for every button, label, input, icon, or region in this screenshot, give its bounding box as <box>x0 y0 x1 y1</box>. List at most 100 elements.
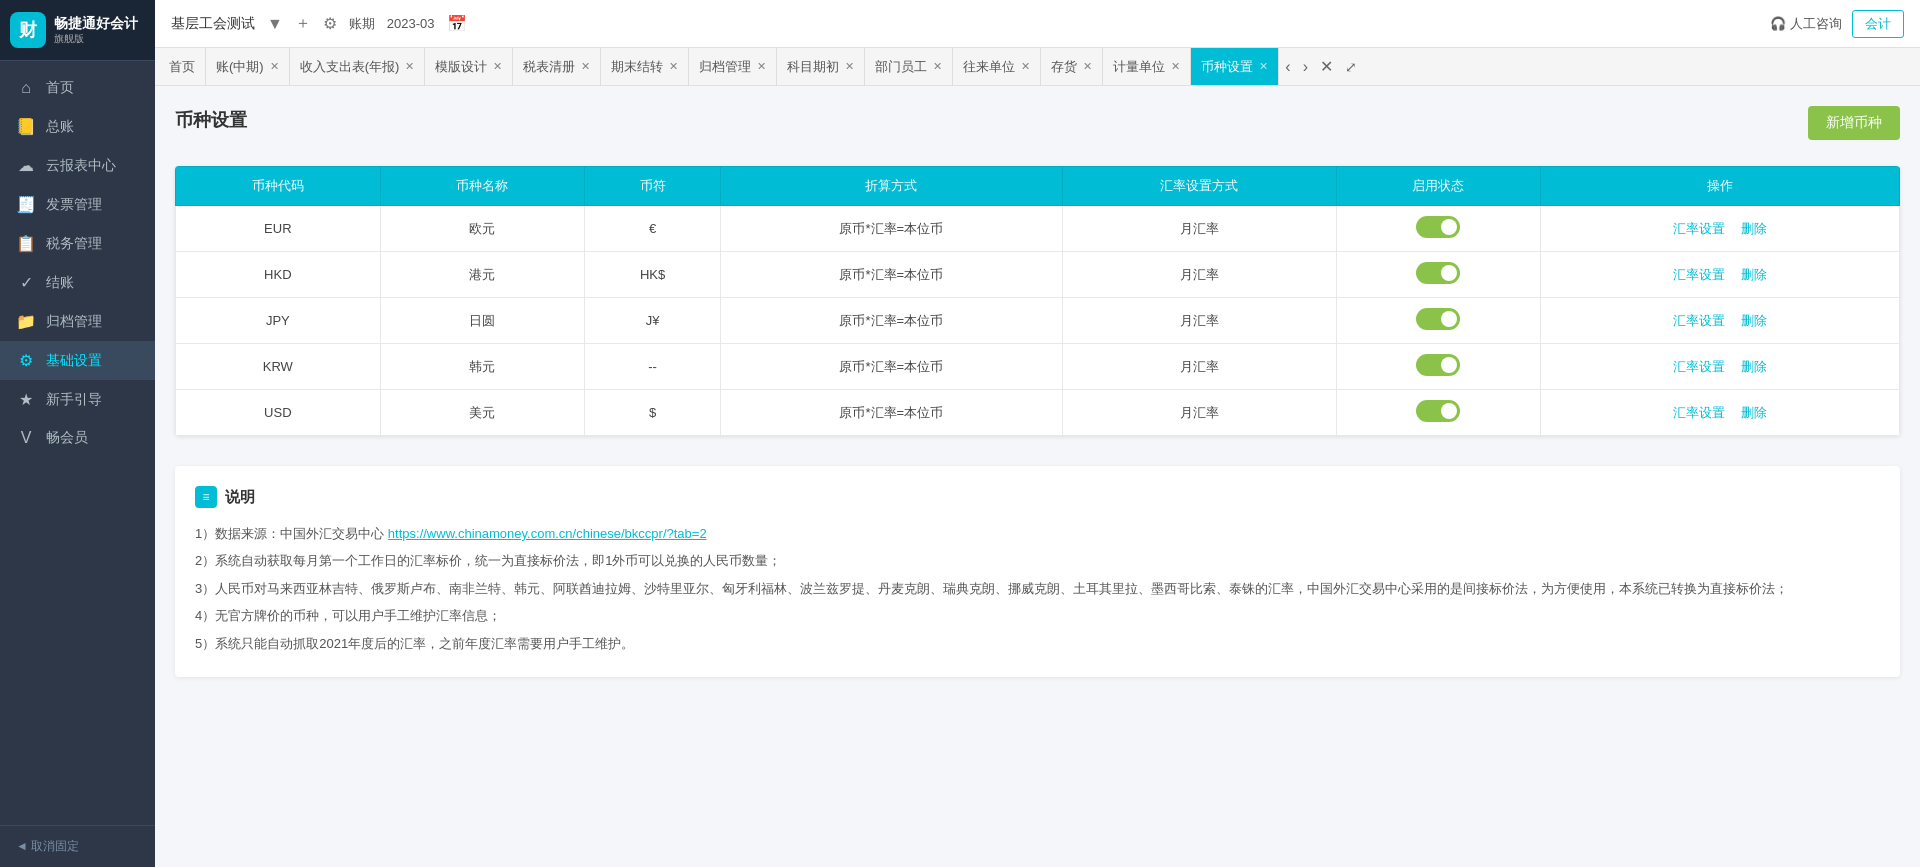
period-label: 账期 <box>349 15 375 33</box>
tab-8[interactable]: 部门员工✕ <box>865 48 953 85</box>
tab-close-11[interactable]: ✕ <box>1171 60 1180 73</box>
tab-11[interactable]: 计量单位✕ <box>1103 48 1191 85</box>
sidebar-item-guide[interactable]: ★新手引导 <box>0 380 155 419</box>
nav-icon-invoice: 🧾 <box>16 195 36 214</box>
cell-4-2: $ <box>585 390 721 436</box>
notice-section: ≡ 说明 1）数据来源：中国外汇交易中心 https://www.chinamo… <box>175 466 1900 677</box>
toggle-switch[interactable] <box>1416 308 1460 330</box>
action-汇率设置-0[interactable]: 汇率设置 <box>1673 221 1725 236</box>
action-汇率设置-1[interactable]: 汇率设置 <box>1673 267 1725 282</box>
tab-4[interactable]: 税表清册 ✕ <box>513 48 601 85</box>
toggle-switch[interactable] <box>1416 262 1460 284</box>
tab-10[interactable]: 存货✕ <box>1041 48 1103 85</box>
tab-close-3[interactable]: ✕ <box>493 60 502 73</box>
cell-1-4: 月汇率 <box>1062 252 1336 298</box>
action-汇率设置-2[interactable]: 汇率设置 <box>1673 313 1725 328</box>
sidebar-item-settings[interactable]: ⚙基础设置 <box>0 341 155 380</box>
toggle-0[interactable] <box>1336 206 1541 252</box>
cell-3-4: 月汇率 <box>1062 344 1336 390</box>
currency-table: 币种代码币种名称币符折算方式汇率设置方式启用状态操作 EUR欧元€原币*汇率=本… <box>175 166 1900 436</box>
tab-5[interactable]: 期末结转 ✕ <box>601 48 689 85</box>
tab-close-6[interactable]: ✕ <box>757 60 766 73</box>
nav-label-tax: 税务管理 <box>46 235 102 253</box>
tab-1[interactable]: 账(中期)✕ <box>206 48 290 85</box>
toggle-switch[interactable] <box>1416 216 1460 238</box>
calendar-icon[interactable]: 📅 <box>447 14 467 33</box>
actions-4: 汇率设置 删除 <box>1541 390 1900 436</box>
nav-label-ledger: 总账 <box>46 118 74 136</box>
content-area: 币种设置 新增币种 币种代码币种名称币符折算方式汇率设置方式启用状态操作 EUR… <box>155 86 1920 867</box>
tab-close-1[interactable]: ✕ <box>270 60 279 73</box>
tab-close-7[interactable]: ✕ <box>845 60 854 73</box>
sidebar-item-archive[interactable]: 📁归档管理 <box>0 302 155 341</box>
tab-label-9: 往来单位 <box>963 58 1015 76</box>
tab-2[interactable]: 收入支出表(年报)✕ <box>290 48 426 85</box>
cell-1-2: HK$ <box>585 252 721 298</box>
add-icon[interactable]: ＋ <box>295 13 311 34</box>
tab-7[interactable]: 科目期初✕ <box>777 48 865 85</box>
tab-scroll-left[interactable]: ‹ <box>1279 48 1296 85</box>
action-汇率设置-3[interactable]: 汇率设置 <box>1673 359 1725 374</box>
tab-3[interactable]: 模版设计✕ <box>425 48 513 85</box>
tab-close-4[interactable]: ✕ <box>581 60 590 73</box>
tab-label-12: 币种设置 <box>1201 58 1253 76</box>
action-删除-3[interactable]: 删除 <box>1741 359 1767 374</box>
sidebar-item-home[interactable]: ⌂首页 <box>0 69 155 107</box>
tab-close-2[interactable]: ✕ <box>405 60 414 73</box>
tab-9[interactable]: 往来单位 ✕ <box>953 48 1041 85</box>
sidebar-item-member[interactable]: V畅会员 <box>0 419 155 457</box>
cell-0-3: 原币*汇率=本位币 <box>720 206 1062 252</box>
expand-tab[interactable]: ⤢ <box>1339 48 1363 85</box>
tab-scroll-right[interactable]: › <box>1297 48 1314 85</box>
notice-item-1: 2）系统自动获取每月第一个工作日的汇率标价，统一为直接标价法，即1外币可以兑换的… <box>195 547 1880 574</box>
tab-label-5: 期末结转 <box>611 58 663 76</box>
logo-sub-text: 旗舰版 <box>54 32 138 46</box>
tab-label-4: 税表清册 <box>523 58 575 76</box>
toggle-2[interactable] <box>1336 298 1541 344</box>
topbar: 基层工会测试 ▼ ＋ ⚙ 账期 2023-03 📅 🎧 人工咨询 会计 <box>155 0 1920 48</box>
period-value[interactable]: 2023-03 <box>387 16 435 31</box>
action-汇率设置-4[interactable]: 汇率设置 <box>1673 405 1725 420</box>
headset-icon: 🎧 <box>1770 16 1786 31</box>
toggle-switch[interactable] <box>1416 354 1460 376</box>
cell-0-2: € <box>585 206 721 252</box>
toggle-3[interactable] <box>1336 344 1541 390</box>
nav-icon-reports: ☁ <box>16 156 36 175</box>
tab-0[interactable]: 首页 <box>159 48 206 85</box>
tab-close-5[interactable]: ✕ <box>669 60 678 73</box>
toggle-4[interactable] <box>1336 390 1541 436</box>
consult-button[interactable]: 🎧 人工咨询 <box>1770 15 1842 33</box>
sidebar-item-invoice[interactable]: 🧾发票管理 <box>0 185 155 224</box>
table-row: EUR欧元€原币*汇率=本位币月汇率汇率设置删除 <box>176 206 1900 252</box>
toggle-1[interactable] <box>1336 252 1541 298</box>
action-删除-2[interactable]: 删除 <box>1741 313 1767 328</box>
tab-12[interactable]: 币种设置 ✕ <box>1191 48 1279 85</box>
notice-item-0: 1）数据来源：中国外汇交易中心 https://www.chinamoney.c… <box>195 520 1880 547</box>
sidebar-item-ledger[interactable]: 📒总账 <box>0 107 155 146</box>
tab-close-12[interactable]: ✕ <box>1259 60 1268 73</box>
cell-2-1: 日圆 <box>380 298 585 344</box>
sidebar-item-reports[interactable]: ☁云报表中心 <box>0 146 155 185</box>
dropdown-icon[interactable]: ▼ <box>267 15 283 33</box>
action-删除-4[interactable]: 删除 <box>1741 405 1767 420</box>
settings-icon[interactable]: ⚙ <box>323 14 337 33</box>
toggle-switch[interactable] <box>1416 400 1460 422</box>
new-currency-button[interactable]: 新增币种 <box>1808 106 1900 140</box>
tab-close-8[interactable]: ✕ <box>933 60 942 73</box>
action-删除-1[interactable]: 删除 <box>1741 267 1767 282</box>
table-row: JPY日圆J¥原币*汇率=本位币月汇率汇率设置删除 <box>176 298 1900 344</box>
sidebar-pin-toggle[interactable]: ◄ 取消固定 <box>0 825 155 867</box>
sidebar-item-settle[interactable]: ✓结账 <box>0 263 155 302</box>
nav-icon-guide: ★ <box>16 390 36 409</box>
accountant-button[interactable]: 会计 <box>1852 10 1904 38</box>
tab-close-9[interactable]: ✕ <box>1021 60 1030 73</box>
tab-close-10[interactable]: ✕ <box>1083 60 1092 73</box>
tab-6[interactable]: 归档管理✕ <box>689 48 777 85</box>
action-删除-0[interactable]: 删除 <box>1741 221 1767 236</box>
sidebar-item-tax[interactable]: 📋税务管理 <box>0 224 155 263</box>
table-row: HKD港元HK$原币*汇率=本位币月汇率汇率设置删除 <box>176 252 1900 298</box>
actions-1: 汇率设置 删除 <box>1541 252 1900 298</box>
nav-label-archive: 归档管理 <box>46 313 102 331</box>
notice-link[interactable]: https://www.chinamoney.com.cn/chinese/bk… <box>388 526 707 541</box>
close-all-tabs[interactable]: ✕ <box>1314 48 1339 85</box>
